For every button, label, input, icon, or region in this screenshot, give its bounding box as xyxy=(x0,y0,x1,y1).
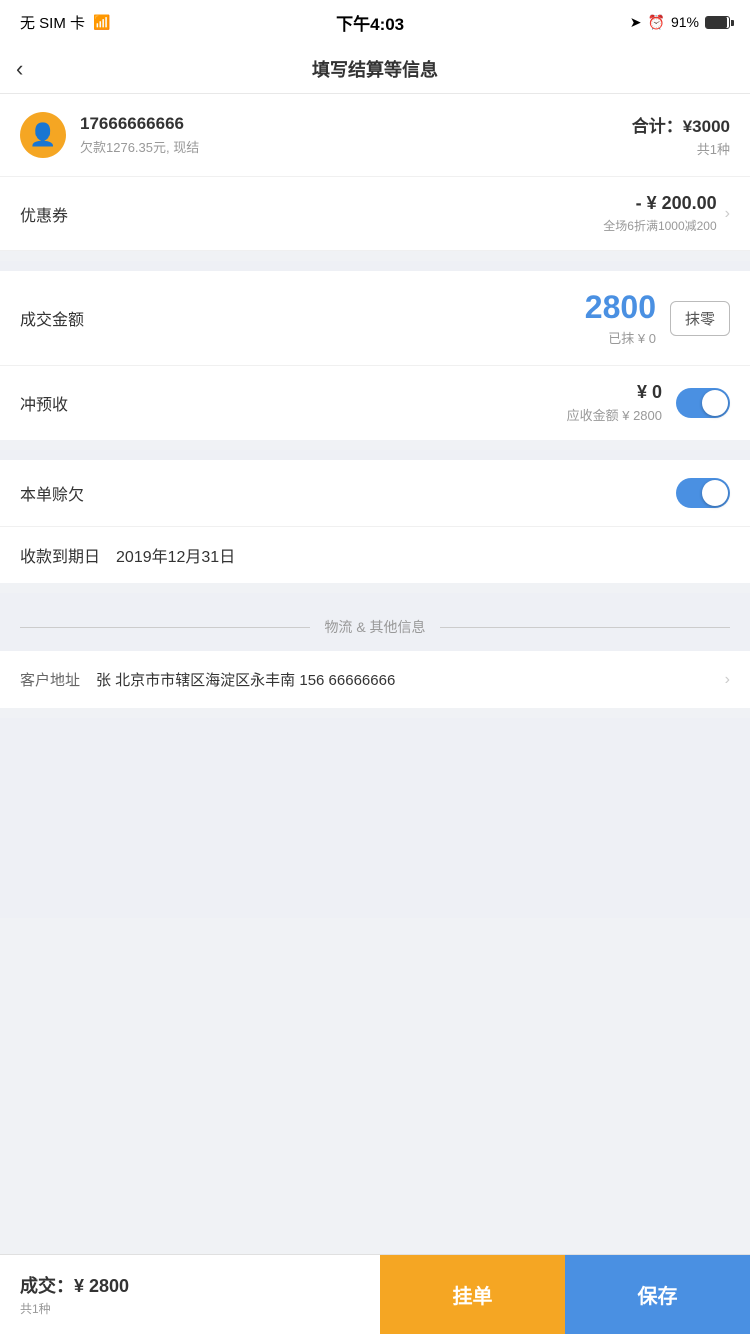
bottom-count: 共1种 xyxy=(20,1300,360,1317)
address-chevron: › xyxy=(725,671,730,689)
amount-value-block: 2800 已抹 ¥ 0 xyxy=(585,289,656,347)
coupon-label: 优惠券 xyxy=(20,202,68,226)
avatar: 👤 xyxy=(20,112,66,158)
address-value: 张 北京市市辖区海淀区永丰南 156 66666666 xyxy=(96,669,709,690)
amount-section: 成交金额 2800 已抹 ¥ 0 抹零 冲预收 ¥ 0 应收金额 ¥ 2800 xyxy=(0,271,750,440)
deal-label: 成交： xyxy=(20,1276,74,1296)
back-button[interactable]: ‹ xyxy=(8,48,31,90)
prepay-amount: ¥ 0 xyxy=(567,382,662,403)
bottom-bar: 成交：¥ 2800 共1种 挂单 保存 xyxy=(0,1254,750,1334)
user-info-row: 👤 17666666666 欠款1276.35元, 现结 合计：¥3000 共1… xyxy=(0,94,750,177)
total-count: 共1种 xyxy=(632,139,730,158)
status-right: ➤ ⏰ 91% xyxy=(630,14,730,31)
separator-1 xyxy=(0,261,750,271)
prepay-label: 冲预收 xyxy=(20,391,68,415)
location-icon: ➤ xyxy=(630,14,642,31)
save-button[interactable]: 保存 xyxy=(565,1255,750,1334)
status-left: 无 SIM 卡 📶 xyxy=(20,12,110,33)
amount-right: 2800 已抹 ¥ 0 抹零 xyxy=(585,289,730,347)
debt-section: 本单赊欠 收款到期日 2019年12月31日 xyxy=(0,460,750,583)
amount-row: 成交金额 2800 已抹 ¥ 0 抹零 xyxy=(0,271,750,365)
bottom-summary: 成交：¥ 2800 共1种 xyxy=(0,1272,380,1317)
content: 👤 17666666666 欠款1276.35元, 现结 合计：¥3000 共1… xyxy=(0,94,750,1008)
separator-3 xyxy=(0,593,750,603)
status-time: 下午4:03 xyxy=(336,10,404,35)
amount-sub: 已抹 ¥ 0 xyxy=(585,328,656,347)
coupon-right-area: - ¥ 200.00 全场6折满1000减200 › xyxy=(603,193,730,234)
logistics-text: 物流 & 其他信息 xyxy=(324,617,425,637)
user-info-section: 👤 17666666666 欠款1276.35元, 现结 合计：¥3000 共1… xyxy=(0,94,750,251)
debt-label: 本单赊欠 xyxy=(20,481,84,505)
coupon-chevron: › xyxy=(725,205,730,223)
address-label: 客户地址 xyxy=(20,669,80,690)
amount-big: 2800 xyxy=(585,289,656,326)
prepay-sub: 应收金额 ¥ 2800 xyxy=(567,405,662,424)
no-sim-text: 无 SIM 卡 xyxy=(20,12,85,33)
page-title: 填写结算等信息 xyxy=(312,56,438,82)
duedate-row: 收款到期日 2019年12月31日 xyxy=(0,526,750,583)
prepay-value-block: ¥ 0 应收金额 ¥ 2800 xyxy=(567,382,662,424)
prepay-toggle[interactable] xyxy=(676,388,730,418)
amount-label: 成交金额 xyxy=(20,306,84,330)
user-phone: 17666666666 xyxy=(80,114,199,134)
status-bar: 无 SIM 卡 📶 下午4:03 ➤ ⏰ 91% xyxy=(0,0,750,44)
duedate-value: 2019年12月31日 xyxy=(116,543,235,567)
coupon-right: - ¥ 200.00 全场6折满1000减200 xyxy=(603,193,716,234)
toggle-knob xyxy=(702,390,728,416)
deal-amount: ¥ 2800 xyxy=(74,1276,129,1296)
coupon-row[interactable]: 优惠券 - ¥ 200.00 全场6折满1000减200 › xyxy=(0,177,750,251)
separator-2 xyxy=(0,450,750,460)
bottom-deal: 成交：¥ 2800 xyxy=(20,1272,360,1298)
avatar-icon: 👤 xyxy=(29,122,56,148)
coupon-discount: - ¥ 200.00 xyxy=(603,193,716,214)
logistics-divider: 物流 & 其他信息 xyxy=(0,603,750,651)
user-details: 17666666666 欠款1276.35元, 现结 xyxy=(80,114,199,156)
hold-button[interactable]: 挂单 xyxy=(380,1255,565,1334)
battery-percent: 91% xyxy=(671,14,699,30)
user-right: 合计：¥3000 共1种 xyxy=(632,112,730,158)
round-button[interactable]: 抹零 xyxy=(670,301,730,336)
duedate-label: 收款到期日 xyxy=(20,543,100,567)
nav-bar: ‹ 填写结算等信息 xyxy=(0,44,750,94)
wifi-icon: 📶 xyxy=(93,14,110,31)
user-sub: 欠款1276.35元, 现结 xyxy=(80,137,199,156)
divider-line-left xyxy=(20,627,310,628)
battery-icon xyxy=(705,16,730,29)
empty-space xyxy=(0,718,750,918)
debt-row: 本单赊欠 xyxy=(0,460,750,526)
address-section: 客户地址 张 北京市市辖区海淀区永丰南 156 66666666 › xyxy=(0,651,750,708)
battery-fill xyxy=(706,17,727,28)
coupon-desc: 全场6折满1000减200 xyxy=(603,217,716,234)
total-value: 合计：¥3000 xyxy=(632,112,730,137)
debt-toggle-knob xyxy=(702,480,728,506)
prepay-right: ¥ 0 应收金额 ¥ 2800 xyxy=(567,382,730,424)
divider-line-right xyxy=(440,627,730,628)
debt-toggle[interactable] xyxy=(676,478,730,508)
address-row[interactable]: 客户地址 张 北京市市辖区海淀区永丰南 156 66666666 › xyxy=(0,651,750,708)
user-left: 👤 17666666666 欠款1276.35元, 现结 xyxy=(20,112,199,158)
prepay-row: 冲预收 ¥ 0 应收金额 ¥ 2800 xyxy=(0,365,750,440)
alarm-icon: ⏰ xyxy=(648,14,665,31)
